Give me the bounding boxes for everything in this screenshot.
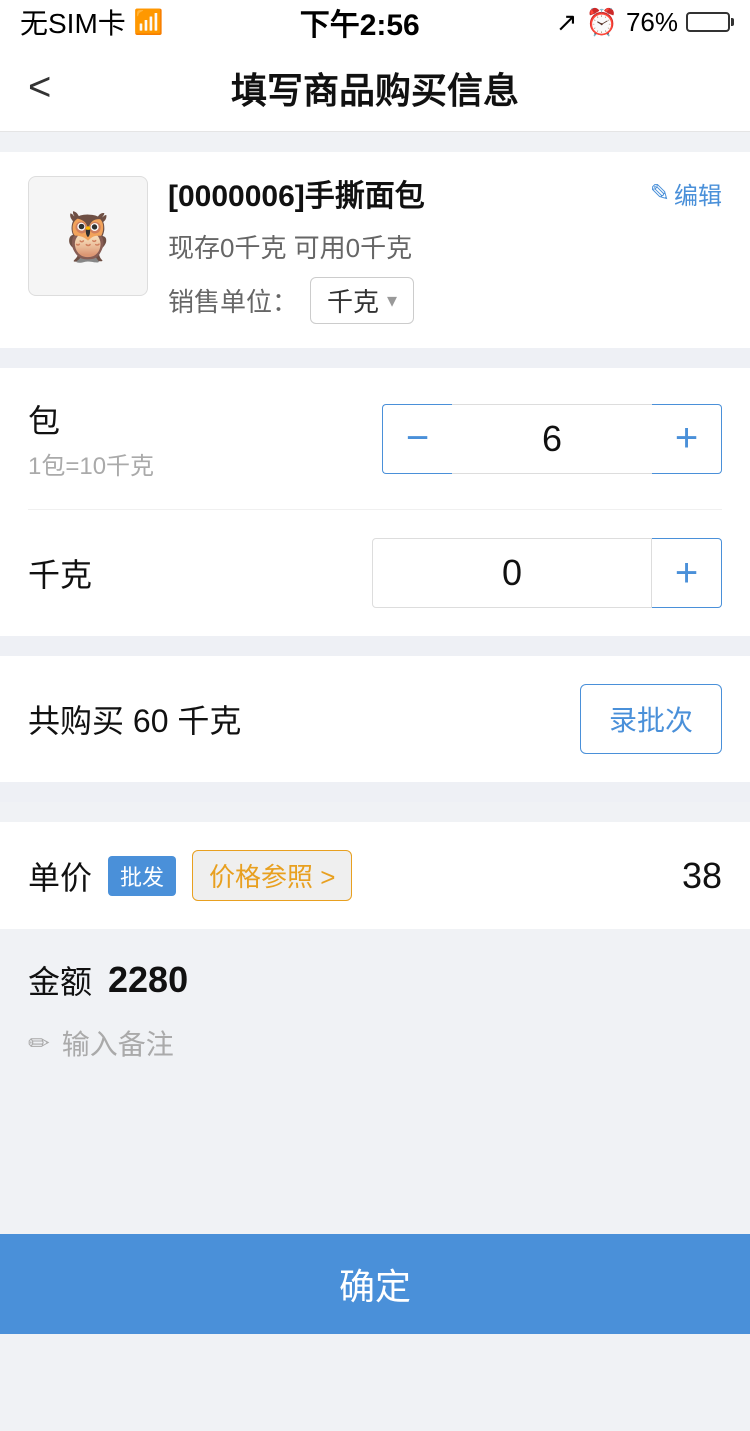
- unit-select[interactable]: 千克 ▾: [310, 277, 414, 324]
- back-button[interactable]: <: [28, 65, 51, 110]
- pack-label-main: 包: [28, 396, 154, 442]
- edit-button[interactable]: ✎ 编辑: [650, 176, 722, 211]
- remark-row[interactable]: ✏ 输入备注: [28, 1023, 722, 1063]
- kg-increment-button[interactable]: +: [652, 538, 722, 608]
- product-name: [0000006]手撕面包: [168, 176, 425, 218]
- price-left: 单价 批发 价格参照 >: [28, 850, 352, 901]
- nav-bar: < 填写商品购买信息: [0, 44, 750, 132]
- page-title: 填写商品购买信息: [231, 62, 519, 114]
- status-time: 下午2:56: [300, 0, 420, 44]
- remark-icon: ✏: [28, 1028, 50, 1059]
- pack-quantity-input[interactable]: [452, 404, 652, 474]
- unit-value: 千克: [327, 282, 379, 319]
- edit-icon: ✎: [650, 179, 670, 208]
- kg-quantity-input[interactable]: [372, 538, 652, 608]
- status-right: ↗ ⏰ 76%: [556, 7, 730, 38]
- product-info: [0000006]手撕面包 ✎ 编辑 现存0千克 可用0千克 销售单位： 千克 …: [168, 176, 722, 324]
- pack-increment-button[interactable]: +: [652, 404, 722, 474]
- pack-label-sub: 1包=10千克: [28, 446, 154, 481]
- confirm-button[interactable]: 确定: [0, 1234, 750, 1334]
- location-icon: ↗: [556, 7, 578, 38]
- amount-section: 金额 2280 ✏ 输入备注: [0, 929, 750, 1091]
- price-section: 单价 批发 价格参照 > 38: [0, 822, 750, 929]
- carrier-label: 无SIM卡: [20, 2, 126, 42]
- remark-text: 输入备注: [62, 1023, 174, 1063]
- amount-row: 金额 2280: [28, 957, 722, 1003]
- kg-label: 千克: [28, 550, 92, 596]
- alarm-icon: ⏰: [586, 7, 618, 38]
- batch-tag: 批发: [108, 856, 176, 896]
- product-unit-row: 销售单位： 千克 ▾: [168, 277, 722, 324]
- pack-label: 包 1包=10千克: [28, 396, 154, 481]
- total-text: 共购买 60 千克: [28, 696, 241, 742]
- price-label: 单价: [28, 853, 92, 899]
- confirm-button-label: 确定: [339, 1258, 411, 1310]
- battery-percent: 76%: [626, 7, 678, 38]
- chevron-down-icon: ▾: [387, 288, 397, 313]
- product-section: 🦉 [0000006]手撕面包 ✎ 编辑 现存0千克 可用0千克 销售单位： 千…: [0, 152, 750, 348]
- battery-bar: [686, 12, 730, 32]
- amount-label: 金额: [28, 957, 92, 1003]
- price-value: 38: [682, 855, 722, 897]
- kg-label-main: 千克: [28, 550, 92, 596]
- product-stock: 现存0千克 可用0千克: [168, 228, 722, 265]
- section-divider-1: [0, 348, 750, 368]
- product-logo: 🦉: [58, 208, 118, 265]
- kg-row: 千克 +: [28, 510, 722, 636]
- edit-label: 编辑: [674, 176, 722, 211]
- record-batch-button[interactable]: 录批次: [580, 684, 722, 754]
- total-section: 共购买 60 千克 录批次: [0, 656, 750, 782]
- status-bar: 无SIM卡 📶 下午2:56 ↗ ⏰ 76%: [0, 0, 750, 44]
- pack-decrement-button[interactable]: −: [382, 404, 452, 474]
- section-divider-3: [0, 782, 750, 802]
- pack-row: 包 1包=10千克 − +: [28, 368, 722, 510]
- wifi-icon: 📶: [134, 8, 164, 37]
- section-divider-2: [0, 636, 750, 656]
- price-reference-button[interactable]: 价格参照 >: [192, 850, 352, 901]
- kg-controls: +: [372, 538, 722, 608]
- unit-label: 销售单位：: [168, 282, 298, 319]
- quantity-section: 包 1包=10千克 − + 千克 +: [0, 368, 750, 636]
- amount-value: 2280: [108, 959, 188, 1001]
- product-name-row: [0000006]手撕面包 ✎ 编辑: [168, 176, 722, 218]
- product-thumbnail: 🦉: [28, 176, 148, 296]
- status-left: 无SIM卡 📶: [20, 2, 164, 42]
- pack-controls: − +: [382, 404, 722, 474]
